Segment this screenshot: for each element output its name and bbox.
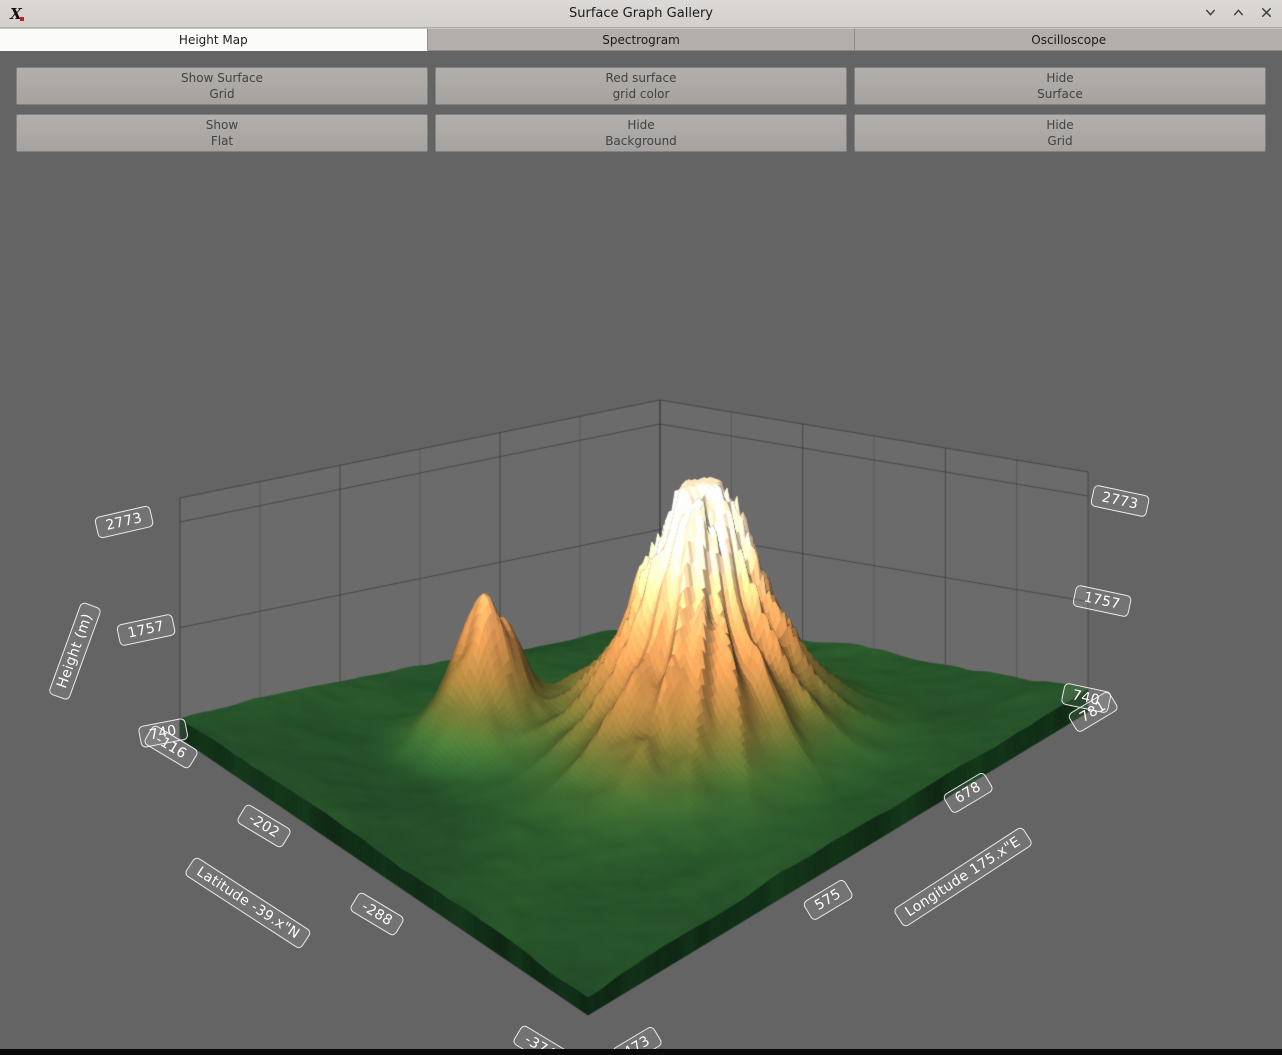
red-surface-grid-color-button[interactable]: Red surfacegrid color [435,67,847,105]
window-controls [1202,0,1274,28]
button-label: Grid [17,86,427,102]
app-window: X Surface Graph Gallery Height Map Spect… [0,0,1282,1055]
app-icon-accent [20,17,24,21]
control-button-grid: Show SurfaceGrid Red surfacegrid color H… [0,51,1282,152]
tab-oscilloscope[interactable]: Oscilloscope [855,28,1282,51]
window-title: Surface Graph Gallery [0,6,1282,21]
tab-spectrogram[interactable]: Spectrogram [428,28,856,51]
button-label: Show Surface [17,70,427,86]
show-surface-grid-button[interactable]: Show SurfaceGrid [16,67,428,105]
maximize-button[interactable] [1230,6,1246,22]
chevron-down-icon [1204,6,1217,22]
window-bottom-edge [0,1049,1282,1055]
button-label: Hide [436,117,846,133]
hide-background-button[interactable]: HideBackground [435,114,847,152]
button-label: Flat [17,133,427,149]
close-button[interactable] [1258,6,1274,22]
show-flat-button[interactable]: ShowFlat [16,114,428,152]
button-label: Red surface [436,70,846,86]
tab-bar: Height Map Spectrogram Oscilloscope [0,28,1282,51]
chevron-up-icon [1232,6,1245,22]
tab-height-map[interactable]: Height Map [0,28,428,51]
titlebar[interactable]: X Surface Graph Gallery [0,0,1282,28]
close-icon [1260,6,1273,22]
surface-3d-view[interactable]: -116 -202 -288 -374 473 575 678 781 2773… [0,160,1282,1055]
button-label: Hide [855,117,1265,133]
button-label: Grid [855,133,1265,149]
button-label: Background [436,133,846,149]
button-label: Show [17,117,427,133]
app-icon: X [8,5,24,23]
button-label: Hide [855,70,1265,86]
hide-surface-button[interactable]: HideSurface [854,67,1266,105]
tab-pane: Show SurfaceGrid Red surfacegrid color H… [0,51,1282,152]
hide-grid-button[interactable]: HideGrid [854,114,1266,152]
button-label: Surface [855,86,1265,102]
button-label: grid color [436,86,846,102]
shade-button[interactable] [1202,6,1218,22]
